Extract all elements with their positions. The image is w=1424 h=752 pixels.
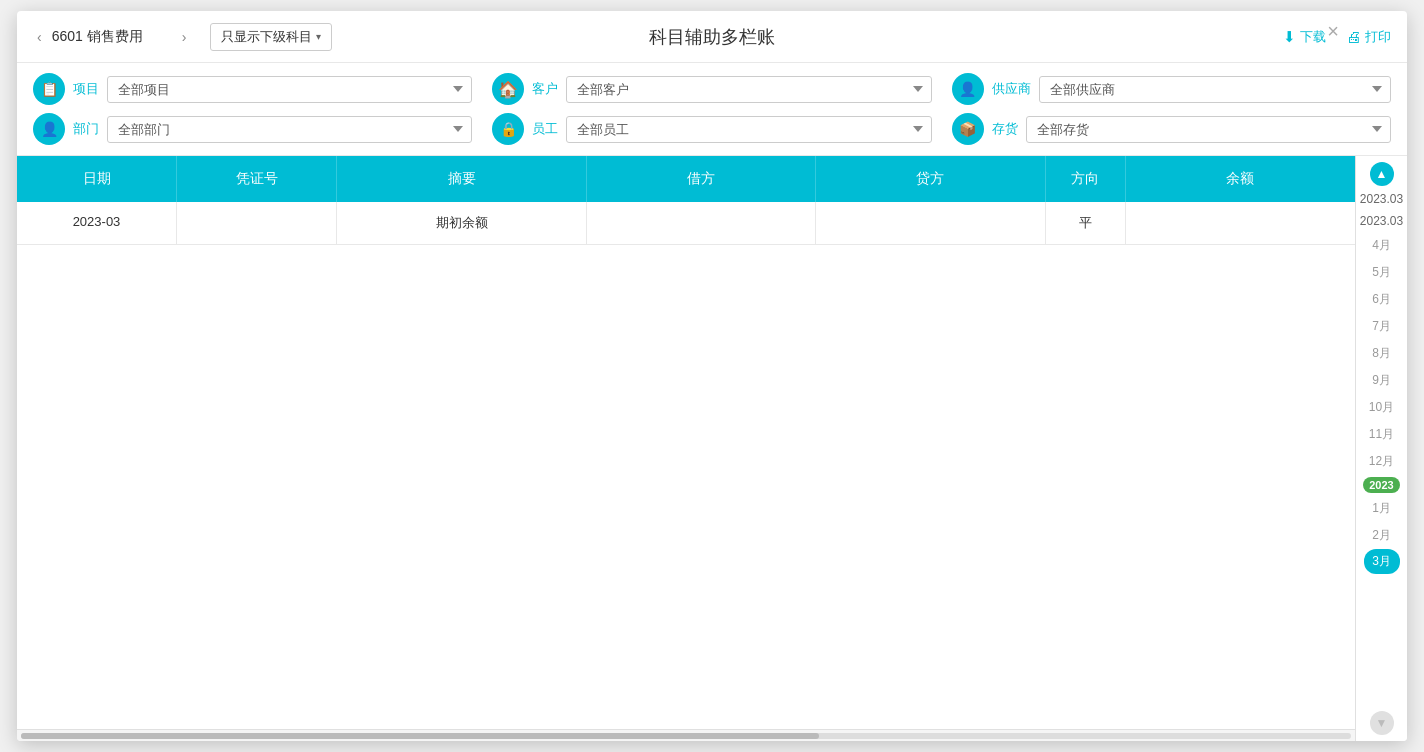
filter-row-1: 📋 项目 全部项目 🏠 客户 全部客户 👤 供应商 全部供应商 xyxy=(33,73,1391,105)
chevron-down-icon: ▾ xyxy=(316,31,321,42)
filter-item-supplier: 👤 供应商 全部供应商 xyxy=(952,73,1391,105)
timeline-down-arrow[interactable]: ▼ xyxy=(1370,711,1394,735)
timeline-item-5[interactable]: 5月 xyxy=(1356,259,1407,286)
col-debit: 借方 xyxy=(587,156,816,202)
customer-icon: 🏠 xyxy=(492,73,524,105)
print-icon: 🖨 xyxy=(1346,28,1361,45)
main-modal: ‹ 6601 销售费用 › 只显示下级科目 ▾ 科目辅助多栏账 ⬇ 下载 🖨 打… xyxy=(17,11,1407,741)
print-button[interactable]: 🖨 打印 xyxy=(1346,28,1391,46)
department-select[interactable]: 全部部门 xyxy=(107,116,472,143)
table-body: 2023-03 期初余额 平 xyxy=(17,202,1355,729)
supplier-label: 供应商 xyxy=(992,80,1031,98)
col-voucher: 凭证号 xyxy=(177,156,337,202)
customer-select[interactable]: 全部客户 xyxy=(566,76,931,103)
scrollbar-thumb xyxy=(21,733,819,739)
table-row[interactable]: 2023-03 期初余额 平 xyxy=(17,202,1355,245)
timeline-item-6[interactable]: 6月 xyxy=(1356,286,1407,313)
filter-item-project: 📋 项目 全部项目 xyxy=(33,73,472,105)
col-balance: 余额 xyxy=(1126,156,1355,202)
filter-area: 📋 项目 全部项目 🏠 客户 全部客户 👤 供应商 全部供应商 xyxy=(17,63,1407,156)
timeline-panel: ▲ 2023.03 2023.03 4月 5月 6月 7月 8月 9月 10月 … xyxy=(1355,156,1407,741)
timeline-item-1[interactable]: 1月 xyxy=(1356,495,1407,522)
cell-credit xyxy=(816,202,1045,244)
timeline-item-9[interactable]: 9月 xyxy=(1356,367,1407,394)
supplier-icon: 👤 xyxy=(952,73,984,105)
project-icon: 📋 xyxy=(33,73,65,105)
filter-row-2: 👤 部门 全部部门 🔒 员工 全部员工 📦 存货 全部存货 xyxy=(33,113,1391,145)
timeline-up-arrow[interactable]: ▲ xyxy=(1370,162,1394,186)
inventory-label: 存货 xyxy=(992,120,1018,138)
timeline-item-7[interactable]: 7月 xyxy=(1356,313,1407,340)
table-header: 日期 凭证号 摘要 借方 贷方 方向 余额 xyxy=(17,156,1355,202)
col-credit: 贷方 xyxy=(816,156,1045,202)
filter-item-customer: 🏠 客户 全部客户 xyxy=(492,73,931,105)
employee-select[interactable]: 全部员工 xyxy=(566,116,931,143)
account-code-name: 6601 销售费用 xyxy=(52,28,172,46)
show-sub-accounts-button[interactable]: 只显示下级科目 ▾ xyxy=(210,23,332,51)
cell-voucher xyxy=(177,202,337,244)
col-direction: 方向 xyxy=(1046,156,1126,202)
timeline-item-11[interactable]: 11月 xyxy=(1356,421,1407,448)
filter-item-employee: 🔒 员工 全部员工 xyxy=(492,113,931,145)
filter-item-department: 👤 部门 全部部门 xyxy=(33,113,472,145)
timeline-item-10[interactable]: 10月 xyxy=(1356,394,1407,421)
timeline-item-2[interactable]: 2月 xyxy=(1356,522,1407,549)
supplier-select[interactable]: 全部供应商 xyxy=(1039,76,1391,103)
table-container: 日期 凭证号 摘要 借方 贷方 方向 余额 2023-03 期初余额 平 xyxy=(17,156,1355,741)
timeline-year-2023[interactable]: 2023 xyxy=(1363,477,1399,493)
timeline-item-3-active[interactable]: 3月 xyxy=(1364,549,1400,574)
account-nav: ‹ 6601 销售费用 › xyxy=(33,27,190,47)
top-bar: ‹ 6601 销售费用 › 只显示下级科目 ▾ 科目辅助多栏账 ⬇ 下载 🖨 打… xyxy=(17,11,1407,63)
page-title: 科目辅助多栏账 xyxy=(649,25,775,49)
customer-label: 客户 xyxy=(532,80,558,98)
close-button[interactable]: × xyxy=(1327,21,1339,41)
cell-debit xyxy=(587,202,816,244)
employee-icon: 🔒 xyxy=(492,113,524,145)
download-button[interactable]: ⬇ 下载 xyxy=(1283,28,1326,46)
next-account-button[interactable]: › xyxy=(178,27,191,47)
col-date: 日期 xyxy=(17,156,177,202)
project-label: 项目 xyxy=(73,80,99,98)
timeline-item-2023-03-2[interactable]: 2023.03 xyxy=(1356,210,1407,232)
employee-label: 员工 xyxy=(532,120,558,138)
department-label: 部门 xyxy=(73,120,99,138)
col-summary: 摘要 xyxy=(337,156,587,202)
scrollbar-track xyxy=(21,733,1351,739)
prev-account-button[interactable]: ‹ xyxy=(33,27,46,47)
cell-balance xyxy=(1126,202,1355,244)
download-icon: ⬇ xyxy=(1283,28,1296,46)
project-select[interactable]: 全部项目 xyxy=(107,76,472,103)
inventory-icon: 📦 xyxy=(952,113,984,145)
filter-item-inventory: 📦 存货 全部存货 xyxy=(952,113,1391,145)
timeline-item-12[interactable]: 12月 xyxy=(1356,448,1407,475)
inventory-select[interactable]: 全部存货 xyxy=(1026,116,1391,143)
horizontal-scrollbar[interactable] xyxy=(17,729,1355,741)
cell-date: 2023-03 xyxy=(17,202,177,244)
cell-direction: 平 xyxy=(1046,202,1126,244)
department-icon: 👤 xyxy=(33,113,65,145)
cell-summary: 期初余额 xyxy=(337,202,587,244)
timeline-item-8[interactable]: 8月 xyxy=(1356,340,1407,367)
timeline-item-2023-03-1[interactable]: 2023.03 xyxy=(1356,188,1407,210)
timeline-item-4[interactable]: 4月 xyxy=(1356,232,1407,259)
